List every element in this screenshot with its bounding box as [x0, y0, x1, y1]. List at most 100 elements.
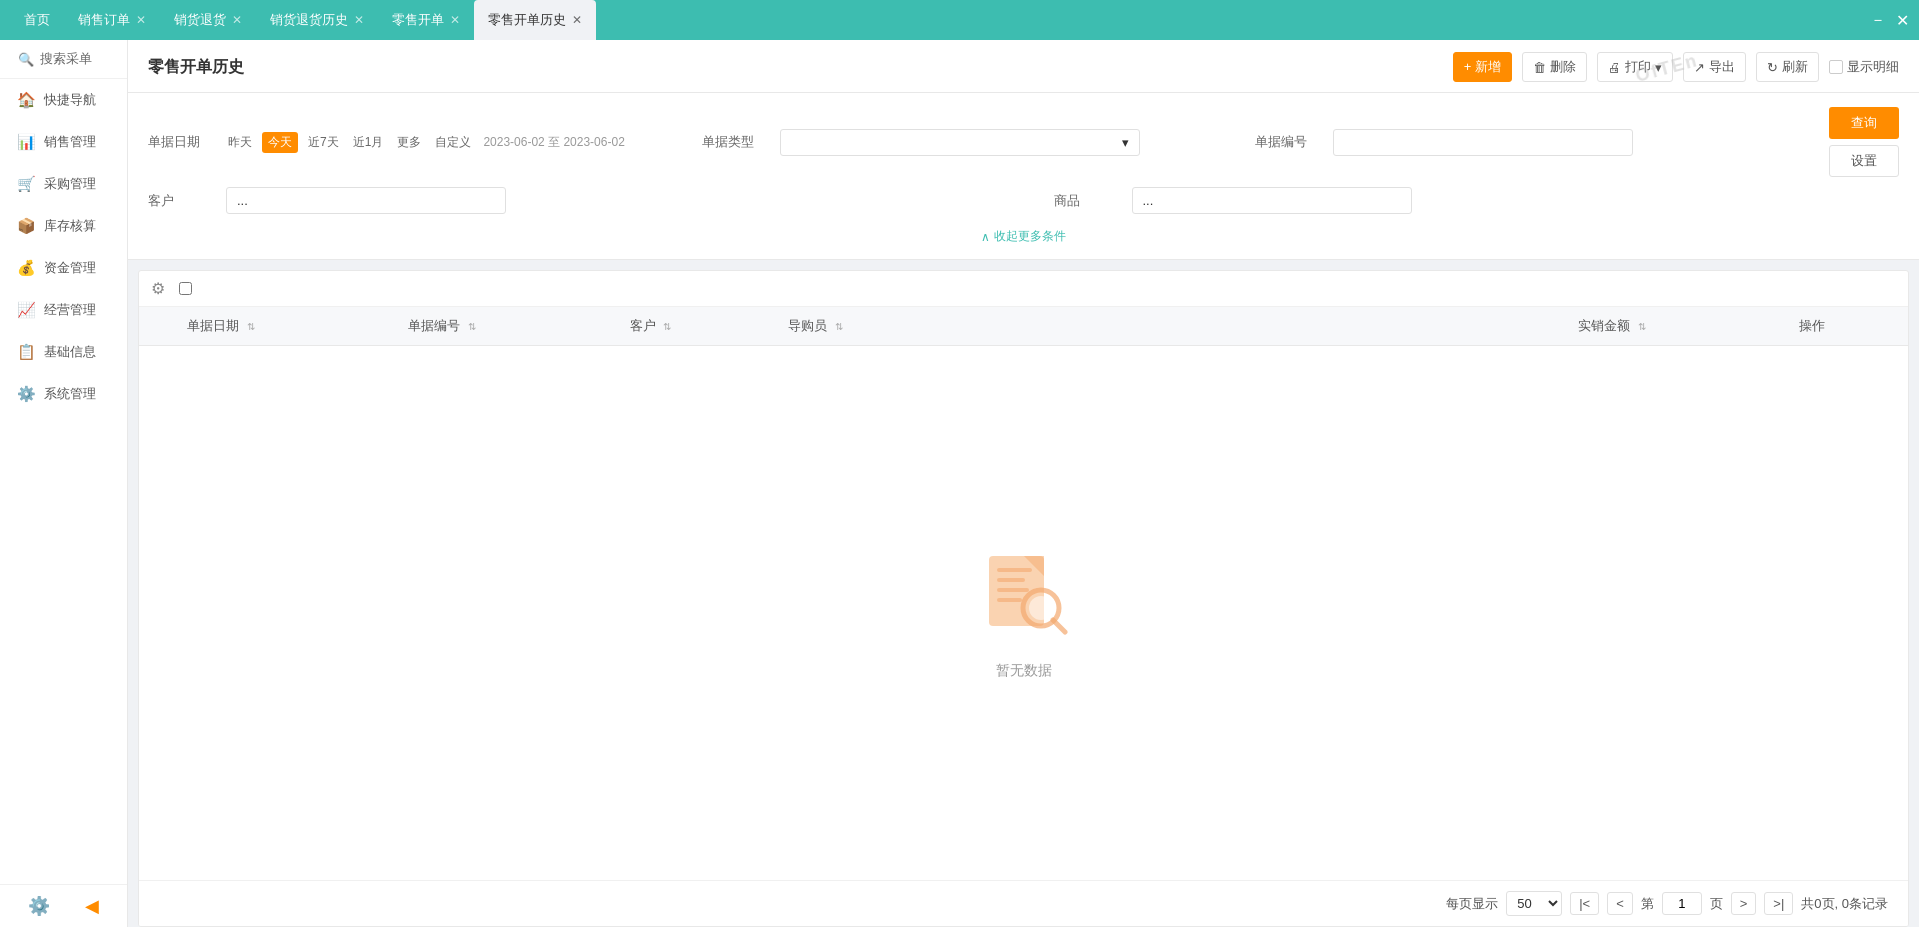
refresh-icon: ↻ — [1767, 60, 1778, 75]
th-salesperson[interactable]: 导购员 ⇅ — [776, 307, 966, 346]
svg-point-7 — [1029, 596, 1053, 620]
window-minimize-icon[interactable]: － — [1870, 10, 1886, 31]
filter-customer-section: 客户 ... — [148, 187, 994, 214]
tab-sales-return[interactable]: 销货退货 ✕ — [160, 0, 256, 40]
empty-state: 暂无数据 — [139, 346, 1908, 880]
product-select[interactable]: ... — [1132, 187, 1412, 214]
th-action: 操作 — [1787, 307, 1908, 346]
table-area: ⚙ 单据日期 ⇅ 单据编号 ⇅ — [138, 270, 1909, 927]
display-columns-checkbox[interactable] — [1829, 60, 1843, 74]
tab-retail-open[interactable]: 零售开单 ✕ — [378, 0, 474, 40]
window-close-icon[interactable]: ✕ — [1896, 11, 1909, 30]
product-placeholder: ... — [1143, 193, 1154, 208]
sort-date-icon: ⇅ — [247, 321, 255, 332]
sort-salesperson-icon: ⇅ — [835, 321, 843, 332]
sidebar-item-system[interactable]: ⚙️ 系统管理 — [0, 373, 127, 415]
date-today[interactable]: 今天 — [262, 132, 298, 153]
close-tab-retail-open[interactable]: ✕ — [450, 13, 460, 27]
svg-rect-2 — [997, 578, 1025, 582]
tab-retail-open-history[interactable]: 零售开单历史 ✕ — [474, 0, 596, 40]
tab-bar-controls: － ✕ — [1870, 10, 1909, 31]
date-1month[interactable]: 近1月 — [349, 132, 388, 153]
sidebar-item-sales-mgmt[interactable]: 📊 销售管理 — [0, 121, 127, 163]
add-button[interactable]: + 新增 — [1453, 52, 1512, 82]
th-checkbox — [139, 307, 175, 346]
inventory-icon: 📦 — [17, 217, 36, 235]
date-yesterday[interactable]: 昨天 — [224, 132, 256, 153]
refresh-button[interactable]: ↻ 刷新 — [1756, 52, 1819, 82]
collapse-sidebar-icon[interactable]: ◀ — [85, 895, 99, 917]
operation-icon: 📈 — [17, 301, 36, 319]
filter-order-no-section: 单据编号 — [1255, 129, 1809, 156]
prev-page-button[interactable]: < — [1607, 892, 1633, 915]
th-customer[interactable]: 客户 ⇅ — [618, 307, 776, 346]
sidebar-item-finance[interactable]: 💰 资金管理 — [0, 247, 127, 289]
sidebar-item-operation[interactable]: 📈 经营管理 — [0, 289, 127, 331]
display-columns-toggle[interactable]: 显示明细 — [1829, 58, 1899, 76]
tab-home[interactable]: 首页 — [10, 0, 64, 40]
filter-order-type-section: 单据类型 ▾ — [702, 129, 1256, 156]
filter-product-section: 商品 ... — [1054, 187, 1900, 214]
date-custom[interactable]: 自定义 — [431, 132, 475, 153]
settings-bottom-icon[interactable]: ⚙️ — [28, 895, 50, 917]
query-actions: 查询 设置 — [1829, 107, 1899, 177]
content-area: 零售开单历史 + 新增 🗑 删除 🖨 打印 ▾ ↗ 导出 ↻ — [128, 40, 1919, 927]
page-header: 零售开单历史 + 新增 🗑 删除 🖨 打印 ▾ ↗ 导出 ↻ — [128, 40, 1919, 93]
empty-illustration — [969, 546, 1079, 646]
tab-sales-return-history[interactable]: 销货退货历史 ✕ — [256, 0, 378, 40]
print-chevron-icon: ▾ — [1655, 60, 1662, 75]
print-icon: 🖨 — [1608, 60, 1621, 75]
collapse-bar[interactable]: ∧ 收起更多条件 — [148, 224, 1899, 245]
delete-button[interactable]: 🗑 删除 — [1522, 52, 1587, 82]
order-no-input[interactable] — [1333, 129, 1633, 156]
export-button[interactable]: ↗ 导出 — [1683, 52, 1746, 82]
first-page-button[interactable]: |< — [1570, 892, 1599, 915]
select-all-checkbox[interactable] — [179, 282, 192, 295]
svg-line-8 — [1053, 620, 1065, 632]
finance-icon: 💰 — [17, 259, 36, 277]
setting-button[interactable]: 设置 — [1829, 145, 1899, 177]
toolbar: + 新增 🗑 删除 🖨 打印 ▾ ↗ 导出 ↻ 刷新 — [1453, 52, 1899, 92]
order-no-label: 单据编号 — [1255, 133, 1325, 151]
next-page-button[interactable]: > — [1731, 892, 1757, 915]
sales-icon: 📊 — [17, 133, 36, 151]
tab-sales-order[interactable]: 销售订单 ✕ — [64, 0, 160, 40]
sidebar-item-inventory[interactable]: 📦 库存核算 — [0, 205, 127, 247]
table-header-row: 单据日期 ⇅ 单据编号 ⇅ 客户 ⇅ 导购员 ⇅ — [139, 307, 1908, 346]
close-tab-retail-open-history[interactable]: ✕ — [572, 13, 582, 27]
filter-date-section: 单据日期 昨天 今天 近7天 近1月 更多 自定义 2023-06-02 至 2… — [148, 132, 702, 153]
print-button[interactable]: 🖨 打印 ▾ — [1597, 52, 1673, 82]
sidebar-item-quick-nav[interactable]: 🏠 快捷导航 — [0, 79, 127, 121]
date-7days[interactable]: 近7天 — [304, 132, 343, 153]
sidebar-item-purchase-mgmt[interactable]: 🛒 采购管理 — [0, 163, 127, 205]
close-tab-sales-order[interactable]: ✕ — [136, 13, 146, 27]
order-type-chevron-icon: ▾ — [1122, 135, 1129, 150]
sidebar-item-basic-info[interactable]: 📋 基础信息 — [0, 331, 127, 373]
date-more[interactable]: 更多 — [393, 132, 425, 153]
home-icon: 🏠 — [17, 91, 36, 109]
search-order[interactable]: 🔍 搜索采单 — [0, 40, 127, 79]
last-page-button[interactable]: >| — [1764, 892, 1793, 915]
order-type-select[interactable]: ▾ — [780, 129, 1140, 156]
th-date[interactable]: 单据日期 ⇅ — [175, 307, 396, 346]
filter-area: 单据日期 昨天 今天 近7天 近1月 更多 自定义 2023-06-02 至 2… — [128, 93, 1919, 260]
delete-icon: 🗑 — [1533, 60, 1546, 75]
close-tab-sales-return-history[interactable]: ✕ — [354, 13, 364, 27]
per-page-select[interactable]: 50 10 20 100 — [1506, 891, 1562, 916]
page-word: 第 — [1641, 895, 1654, 913]
date-label: 单据日期 — [148, 133, 218, 151]
query-button[interactable]: 查询 — [1829, 107, 1899, 139]
export-icon: ↗ — [1694, 60, 1705, 75]
th-no[interactable]: 单据编号 ⇅ — [396, 307, 617, 346]
customer-select[interactable]: ... — [226, 187, 506, 214]
empty-text: 暂无数据 — [996, 662, 1052, 680]
sidebar: 🔍 搜索采单 🏠 快捷导航 📊 销售管理 🛒 采购管理 📦 库存核算 💰 资金管… — [0, 40, 128, 927]
table-settings-icon[interactable]: ⚙ — [151, 279, 165, 298]
customer-label: 客户 — [148, 192, 218, 210]
close-tab-sales-return[interactable]: ✕ — [232, 13, 242, 27]
date-range-display: 2023-06-02 至 2023-06-02 — [483, 134, 624, 151]
page-number-input[interactable] — [1662, 892, 1702, 915]
search-icon: 🔍 — [18, 52, 34, 67]
main-layout: 🔍 搜索采单 🏠 快捷导航 📊 销售管理 🛒 采购管理 📦 库存核算 💰 资金管… — [0, 40, 1919, 927]
th-amount[interactable]: 实销金额 ⇅ — [1566, 307, 1787, 346]
